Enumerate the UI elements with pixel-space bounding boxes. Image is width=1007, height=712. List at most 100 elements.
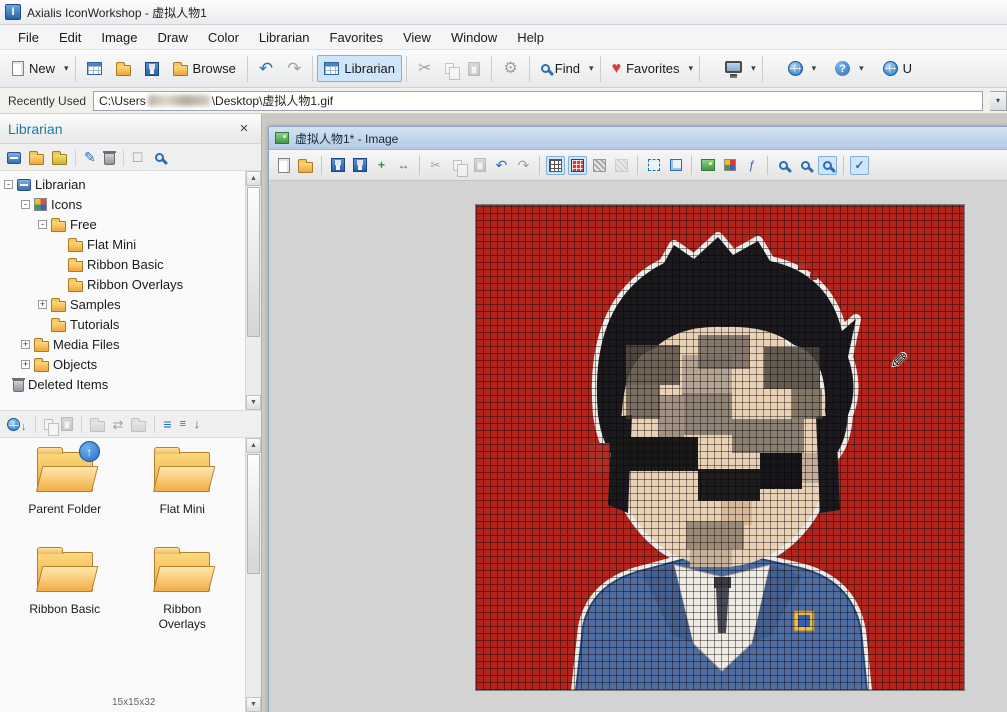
create-icon-from-image-button[interactable] [274,156,293,175]
paste-button[interactable] [470,156,489,175]
menu-view[interactable]: View [393,27,441,48]
find-dropdown-arrow[interactable]: ▾ [587,64,596,73]
crop-tool-button[interactable] [666,156,685,175]
menu-favorites[interactable]: Favorites [320,27,393,48]
tree-item-objects[interactable]: + Objects [0,354,245,374]
undo-button[interactable]: ↶ [492,156,511,175]
transparent-background-toggle[interactable] [568,155,587,175]
export-folder-icon[interactable] [131,417,147,432]
save-button[interactable] [138,56,166,82]
document-titlebar[interactable]: 虚拟人物1* - Image [269,127,1007,150]
menu-image[interactable]: Image [91,27,147,48]
collapse-icon[interactable]: - [38,219,47,229]
cut-button[interactable]: ✂ [411,55,438,83]
sort-icon[interactable]: ↓ [194,418,200,430]
tree-item-ribbon-basic[interactable]: Ribbon Basic [0,254,245,274]
effects-button[interactable]: ƒ [742,156,761,175]
verify-checkbox-icon[interactable]: ☐ [132,151,144,164]
redo-button[interactable]: ↷ [514,156,533,175]
edit-pencil-icon[interactable]: ✎ [84,150,96,164]
display-mode-button[interactable] [718,55,749,83]
copy-item-icon[interactable] [43,418,59,436]
find-button[interactable]: Find [534,55,587,82]
expand-icon[interactable]: + [21,339,30,349]
options-button[interactable]: ⚙ [496,55,524,83]
recent-path-field[interactable]: C:\Users \Desktop\虚拟人物1.gif [93,90,983,111]
new-library-icon[interactable] [7,151,21,164]
grid-toggle-button[interactable] [546,155,565,175]
recent-path-dropdown[interactable]: ▾ [990,90,1007,111]
folder-item-parent[interactable]: ↑ Parent Folder [6,441,124,518]
scroll-up-button[interactable]: ▲ [246,438,261,453]
tree-item-ribbon-overlays[interactable]: Ribbon Overlays [0,274,245,294]
expand-icon[interactable]: + [38,299,47,309]
update-button[interactable]: U [876,55,919,82]
checkerboard-toggle[interactable] [590,156,609,175]
scroll-down-button[interactable]: ▼ [246,395,261,410]
delete-trash-icon[interactable] [102,150,116,165]
help-button[interactable]: ? [828,55,857,82]
browse-button[interactable]: Browse [166,55,243,82]
open-library-folder-icon[interactable] [29,150,44,165]
new-dropdown-arrow[interactable]: ▾ [62,64,71,73]
tree-item-tutorials[interactable]: Tutorials [0,314,245,334]
paste-button[interactable] [461,56,487,82]
overlay-toggle[interactable] [612,156,631,175]
image-adjust-button[interactable] [698,156,717,175]
folder-item-ribbon-overlays[interactable]: Ribbon Overlays [124,546,242,633]
web-button[interactable] [781,55,810,82]
color-palette-button[interactable] [720,156,739,175]
transfer-icon[interactable]: ⇄ [113,418,124,431]
zoom-window-button[interactable] [818,155,837,175]
new-button[interactable]: New [5,55,62,82]
menu-help[interactable]: Help [507,27,554,48]
folder-list-scrollbar[interactable]: ▲ ▼ [245,438,261,712]
favorites-dropdown-arrow[interactable]: ▾ [687,64,696,73]
menu-file[interactable]: File [8,27,49,48]
help-dropdown-arrow[interactable]: ▾ [857,64,866,73]
search-library-icon[interactable] [155,152,165,162]
zoom-out-button[interactable] [796,156,815,175]
undo-button[interactable]: ↶ [252,54,280,83]
tree-item-librarian[interactable]: - Librarian [0,174,245,194]
folder-item-flat-mini[interactable]: Flat Mini [124,447,242,518]
scrollbar-thumb[interactable] [247,454,260,574]
copy-button[interactable] [448,156,468,177]
cut-button[interactable]: ✂ [426,156,445,175]
menu-draw[interactable]: Draw [148,27,198,48]
tree-item-flat-mini[interactable]: Flat Mini [0,234,245,254]
scrollbar-thumb[interactable] [247,187,260,337]
tree-item-media-files[interactable]: + Media Files [0,334,245,354]
paste-item-icon[interactable] [60,417,73,431]
save-image-button[interactable] [328,156,347,175]
open-button[interactable] [109,55,138,82]
menu-librarian[interactable]: Librarian [249,27,320,48]
display-dropdown-arrow[interactable]: ▾ [749,64,758,73]
web-dropdown-arrow[interactable]: ▾ [810,64,819,73]
expand-icon[interactable]: + [21,359,30,369]
tree-item-deleted-items[interactable]: Deleted Items [0,374,245,394]
test-icon-button[interactable]: ✓ [850,155,869,175]
menu-color[interactable]: Color [198,27,249,48]
favorites-button[interactable]: ♥ Favorites [605,55,687,83]
add-to-librarian-button[interactable]: + [372,156,391,175]
menu-edit[interactable]: Edit [49,27,91,48]
collapse-icon[interactable]: - [21,199,30,209]
detail-view-icon[interactable]: ≡ [180,418,186,430]
tree-item-samples[interactable]: + Samples [0,294,245,314]
librarian-toggle-button[interactable]: Librarian [317,55,402,82]
folder-item-ribbon-basic[interactable]: Ribbon Basic [6,546,124,633]
image-canvas[interactable]: ✎ [475,204,965,691]
title-bar[interactable]: I Axialis IconWorkshop - 虚拟人物1 [0,0,1007,25]
resize-image-button[interactable]: ↔ [394,156,413,175]
tree-scrollbar[interactable]: ▲ ▼ [245,171,261,410]
tree-item-icons[interactable]: - Icons [0,194,245,214]
list-view-icon[interactable]: ≡ [163,417,171,431]
move-to-folder-icon[interactable] [89,417,105,432]
web-download-icon[interactable] [7,417,20,431]
scroll-down-button[interactable]: ▼ [246,697,261,712]
redo-button[interactable]: ↷ [280,54,308,83]
new-project-button[interactable] [80,56,109,81]
panel-close-button[interactable]: × [235,120,253,138]
menu-window[interactable]: Window [441,27,507,48]
